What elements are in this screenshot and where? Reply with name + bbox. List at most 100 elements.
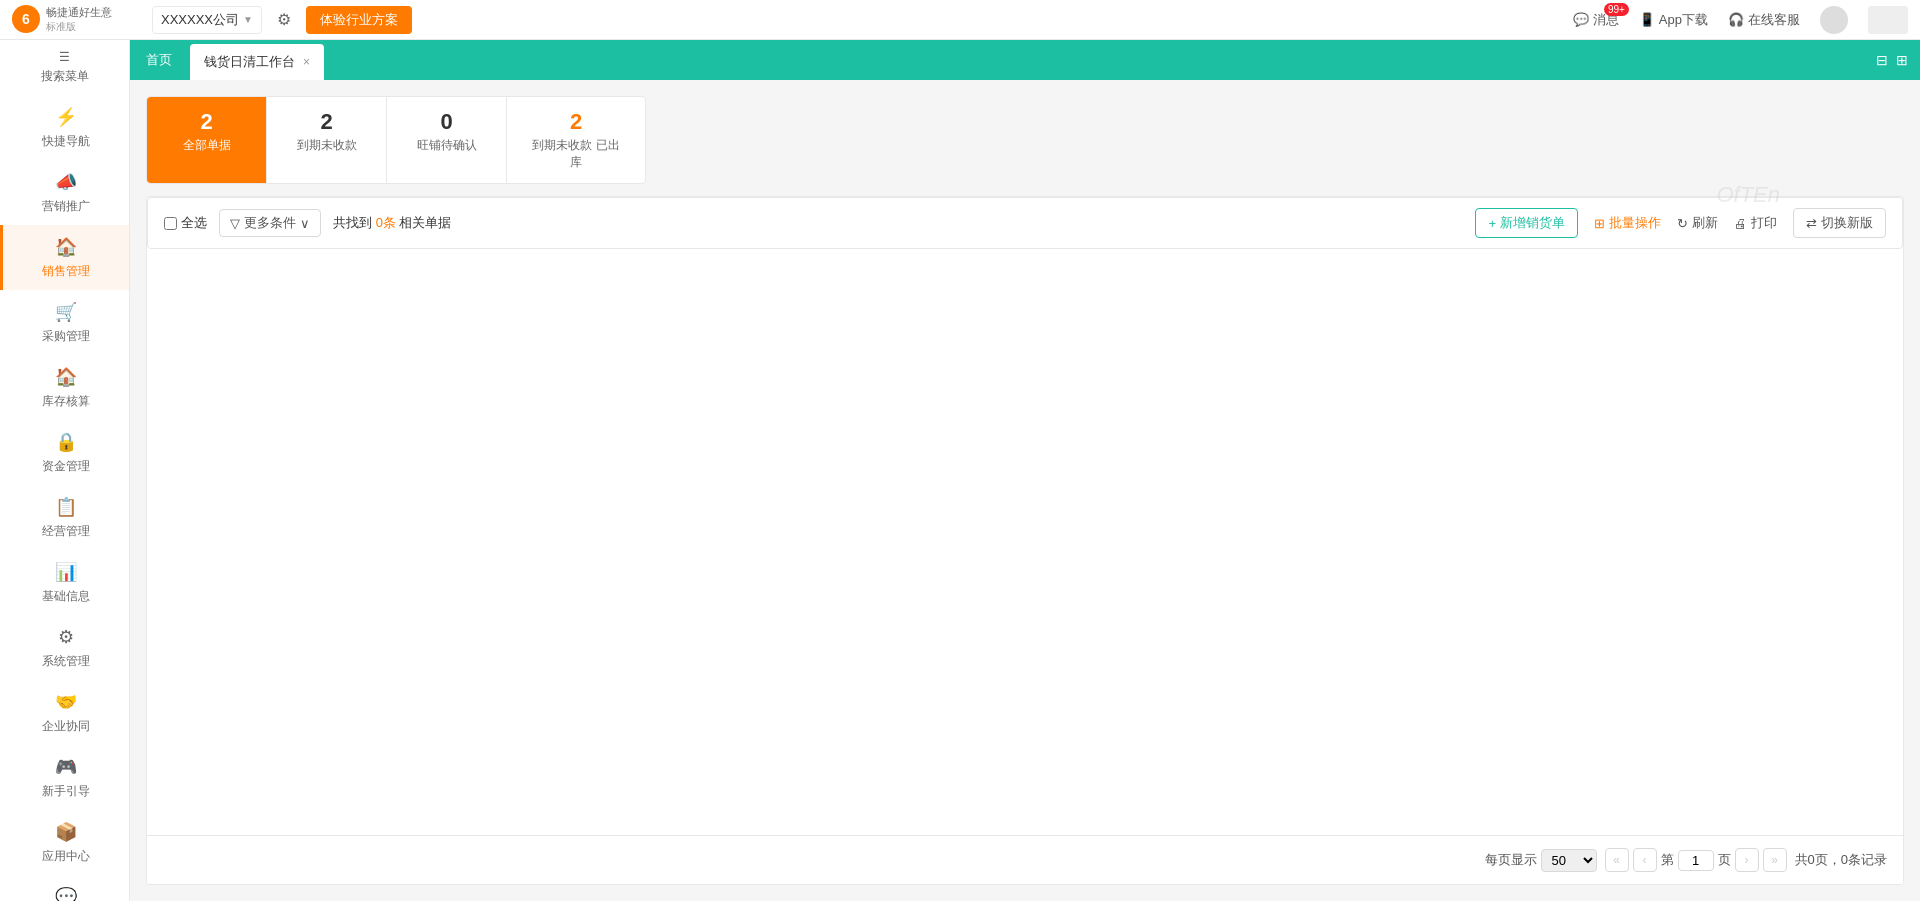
table-container: 全选 ▽ 更多条件 ∨ 共找到 0条 相关单据 + xyxy=(146,196,1904,885)
settings-button[interactable]: ⚙ xyxy=(270,6,298,34)
sidebar-item-system[interactable]: ⚙ 系统管理 xyxy=(0,615,129,680)
sidebar-label-system: 系统管理 xyxy=(42,653,90,670)
refresh-label: 刷新 xyxy=(1692,214,1718,232)
sidebar-item-operations[interactable]: 📋 经营管理 xyxy=(0,485,129,550)
system-icon: ⚙ xyxy=(54,625,78,649)
page-size-area: 每页显示 50 20 100 xyxy=(1485,849,1597,872)
tab-maximize-icon[interactable]: ⊞ xyxy=(1896,52,1908,68)
sidebar-label-quick-nav: 快捷导航 xyxy=(42,133,90,150)
sidebar-item-search-menu[interactable]: ☰ 搜索菜单 xyxy=(0,40,129,95)
switch-icon: ⇄ xyxy=(1806,216,1817,231)
chevron-down-icon: ∨ xyxy=(300,216,310,231)
cooperation-icon: 🤝 xyxy=(54,690,78,714)
flash-icon: ⚡ xyxy=(54,105,78,129)
stat-card-all[interactable]: 2 全部单据 xyxy=(147,97,267,183)
filter-button[interactable]: ▽ 更多条件 ∨ xyxy=(219,209,321,237)
page-content: 2 全部单据 2 到期未收款 0 旺铺待确认 2 到期未收款 已出库 xyxy=(130,80,1920,901)
app-download-label: App下载 xyxy=(1659,11,1708,29)
per-page-select[interactable]: 50 20 100 xyxy=(1541,849,1597,872)
sidebar-item-purchase[interactable]: 🛒 采购管理 xyxy=(0,290,129,355)
print-button[interactable]: 🖨 打印 xyxy=(1734,214,1777,232)
online-service-button[interactable]: 🎧 在线客服 xyxy=(1728,11,1800,29)
basic-info-icon: 📊 xyxy=(54,560,78,584)
new-order-button[interactable]: + 新增销货单 xyxy=(1475,208,1578,238)
sidebar-label-cooperation: 企业协同 xyxy=(42,718,90,735)
sidebar-item-quick-nav[interactable]: ⚡ 快捷导航 xyxy=(0,95,129,160)
sales-icon: 🏠 xyxy=(54,235,78,259)
avatar[interactable] xyxy=(1820,6,1848,34)
select-all-area[interactable]: 全选 xyxy=(164,214,207,232)
plus-icon: + xyxy=(1488,216,1496,231)
wechat-icon: 💬 xyxy=(54,885,78,901)
user-info[interactable] xyxy=(1868,6,1908,34)
switch-version-button[interactable]: ⇄ 切换新版 xyxy=(1793,208,1886,238)
prev-page-button[interactable]: ‹ xyxy=(1633,848,1657,872)
refresh-icon: ↻ xyxy=(1677,216,1688,231)
table-body xyxy=(147,257,1903,835)
batch-operation-button[interactable]: ⊞ 批量操作 xyxy=(1594,214,1661,232)
tab-bar: 首页 钱货日清工作台 × ⊟ ⊞ xyxy=(130,40,1920,80)
stat-label-all: 全部单据 xyxy=(171,137,242,154)
next-page-button[interactable]: › xyxy=(1735,848,1759,872)
per-page-label: 每页显示 xyxy=(1485,851,1537,869)
page-number-input[interactable] xyxy=(1678,850,1714,871)
sidebar-item-inventory[interactable]: 🏠 库存核算 xyxy=(0,355,129,420)
refresh-button[interactable]: ↻ 刷新 xyxy=(1677,214,1718,232)
tab-close-icon[interactable]: × xyxy=(303,55,310,69)
sidebar-label-marketing: 营销推广 xyxy=(42,198,90,215)
messages-button[interactable]: 💬 消息 99+ xyxy=(1573,11,1619,29)
select-all-checkbox[interactable] xyxy=(164,217,177,230)
sidebar-item-marketing[interactable]: 📣 营销推广 xyxy=(0,160,129,225)
stat-card-overdue[interactable]: 2 到期未收款 xyxy=(267,97,387,183)
operations-icon: 📋 xyxy=(54,495,78,519)
tab-label: 钱货日清工作台 xyxy=(204,53,295,71)
tab-controls: ⊟ ⊞ xyxy=(1876,52,1920,68)
logo-icon: 6 xyxy=(12,5,40,33)
filter-icon: ▽ xyxy=(230,216,240,231)
stat-num-shipped: 2 xyxy=(531,109,621,135)
marketing-icon: 📣 xyxy=(54,170,78,194)
sidebar-item-sales[interactable]: 🏠 销售管理 xyxy=(0,225,129,290)
last-page-button[interactable]: » xyxy=(1763,848,1787,872)
sidebar-label-search: 搜索菜单 xyxy=(41,68,89,85)
sidebar-item-cooperation[interactable]: 🤝 企业协同 xyxy=(0,680,129,745)
sidebar-item-basic-info[interactable]: 📊 基础信息 xyxy=(0,550,129,615)
guide-icon: 🎮 xyxy=(54,755,78,779)
app-download-button[interactable]: 📱 App下载 xyxy=(1639,11,1708,29)
sidebar-item-wechat[interactable]: 💬 企业微信 xyxy=(0,875,129,901)
experience-button[interactable]: 体验行业方案 xyxy=(306,6,412,34)
apps-icon: 📦 xyxy=(54,820,78,844)
toolbar: 全选 ▽ 更多条件 ∨ 共找到 0条 相关单据 + xyxy=(147,197,1903,249)
pagination: 每页显示 50 20 100 « ‹ xyxy=(147,835,1903,884)
sidebar-label-apps: 应用中心 xyxy=(42,848,90,865)
download-icon: 📱 xyxy=(1639,12,1655,27)
sidebar-label-operations: 经营管理 xyxy=(42,523,90,540)
sidebar-label-basic-info: 基础信息 xyxy=(42,588,90,605)
tab-active[interactable]: 钱货日清工作台 × xyxy=(190,44,324,80)
tab-home[interactable]: 首页 xyxy=(130,40,188,80)
logo-area: 6 畅捷通好生意 标准版 xyxy=(12,5,142,33)
company-selector[interactable]: XXXXXX公司 ▼ xyxy=(152,6,262,34)
select-all-label: 全选 xyxy=(181,214,207,232)
sidebar-label-inventory: 库存核算 xyxy=(42,393,90,410)
print-icon: 🖨 xyxy=(1734,216,1747,231)
page-prefix: 第 xyxy=(1661,851,1674,869)
print-label: 打印 xyxy=(1751,214,1777,232)
found-suffix: 相关单据 xyxy=(399,215,451,230)
sidebar-label-guide: 新手引导 xyxy=(42,783,90,800)
main-layout: ☰ 搜索菜单 ⚡ 快捷导航 📣 营销推广 🏠 销售管理 🛒 采购管理 🏠 库存核… xyxy=(0,40,1920,901)
tab-minimize-icon[interactable]: ⊟ xyxy=(1876,52,1888,68)
stat-card-shipped[interactable]: 2 到期未收款 已出库 xyxy=(507,97,645,183)
sidebar: ☰ 搜索菜单 ⚡ 快捷导航 📣 营销推广 🏠 销售管理 🛒 采购管理 🏠 库存核… xyxy=(0,40,130,901)
first-page-button[interactable]: « xyxy=(1605,848,1629,872)
sidebar-item-finance[interactable]: 🔒 资金管理 xyxy=(0,420,129,485)
finance-icon: 🔒 xyxy=(54,430,78,454)
stats-row: 2 全部单据 2 到期未收款 0 旺铺待确认 2 到期未收款 已出库 xyxy=(146,96,646,184)
sidebar-item-guide[interactable]: 🎮 新手引导 xyxy=(0,745,129,810)
sidebar-label-sales: 销售管理 xyxy=(42,263,90,280)
sidebar-label-purchase: 采购管理 xyxy=(42,328,90,345)
stat-card-pending[interactable]: 0 旺铺待确认 xyxy=(387,97,507,183)
top-right: 💬 消息 99+ 📱 App下载 🎧 在线客服 xyxy=(1573,6,1908,34)
sidebar-item-apps[interactable]: 📦 应用中心 xyxy=(0,810,129,875)
new-order-label: 新增销货单 xyxy=(1500,214,1565,232)
